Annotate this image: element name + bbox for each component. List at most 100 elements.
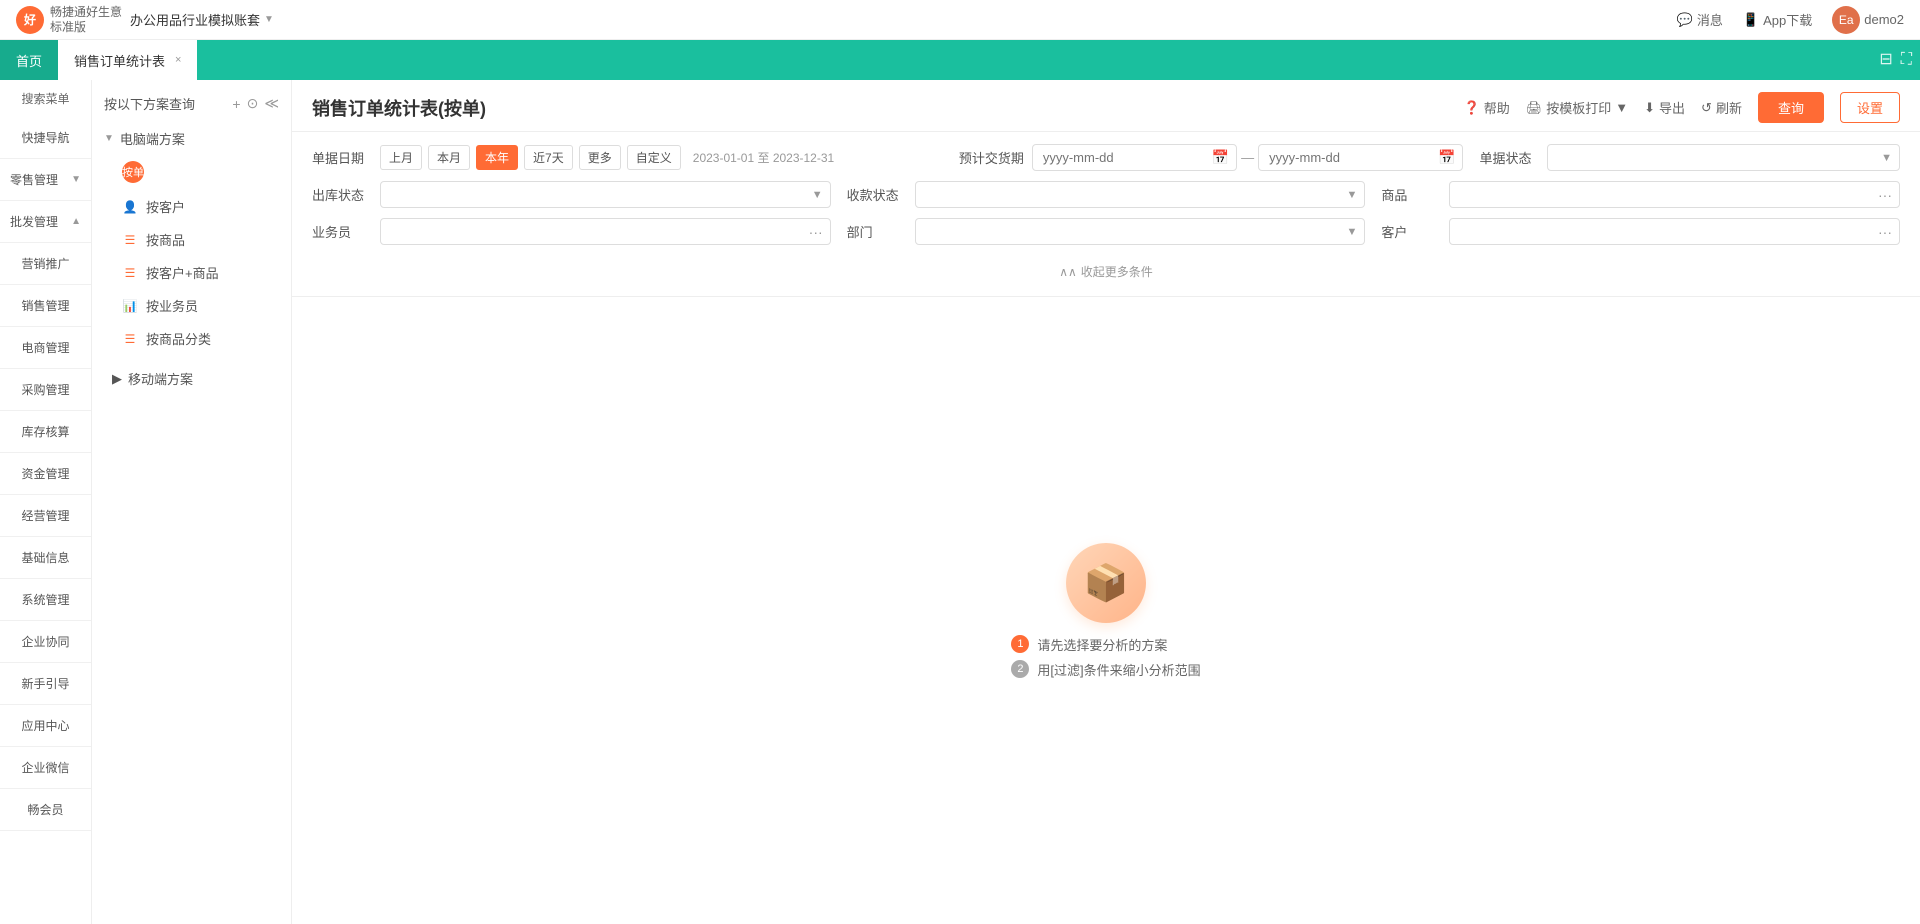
hint-num-1: 1 (1011, 635, 1029, 653)
sidebar-item-purchase[interactable]: 采购管理 (0, 369, 91, 411)
finance-label: 资金管理 (21, 465, 69, 482)
sidebar-item-enterprise[interactable]: 企业协同 (0, 621, 91, 663)
collapse-row: ∧∧ 收起更多条件 (312, 255, 1900, 284)
sidebar-item-member[interactable]: 畅会员 (0, 789, 91, 831)
payment-select[interactable] (915, 181, 1366, 208)
app-download-btn[interactable]: 📱 App下载 (1743, 10, 1812, 29)
scheme-by-category[interactable]: ☰ 按商品分类 (92, 322, 291, 355)
outbound-select[interactable] (380, 181, 831, 208)
by-order-pill: 按单 (122, 161, 144, 183)
scheme-by-salesman[interactable]: 📊 按业务员 (92, 289, 291, 322)
refresh-btn[interactable]: ↺ 刷新 (1701, 98, 1742, 117)
dept-select[interactable] (915, 218, 1366, 245)
tab-minimize-btn[interactable]: ⊟ (1879, 52, 1892, 68)
desktop-group-header[interactable]: ▼ 电脑端方案 (92, 123, 291, 154)
empty-hint-2: 2 用[过滤]条件来缩小分析范围 (1011, 660, 1200, 679)
sidebar-item-operations[interactable]: 经营管理 (0, 495, 91, 537)
message-btn[interactable]: 💬 消息 (1677, 10, 1723, 29)
home-tab-label: 首页 (16, 51, 42, 70)
sidebar-item-retail[interactable]: 零售管理 ▼ (0, 159, 91, 201)
scheme-by-cust-prod[interactable]: ☰ 按客户+商品 (92, 256, 291, 289)
edit-scheme-btn[interactable]: ⊙ (247, 95, 259, 112)
left-panel: 按以下方案查询 + ⊙ ≪ ▼ 电脑端方案 按单 👤 按客户 (92, 80, 292, 924)
by-category-label: 按商品分类 (146, 329, 211, 348)
customer-dots-btn[interactable]: ··· (1878, 224, 1892, 240)
payment-label: 收款状态 (847, 185, 907, 204)
by-customer-icon: 👤 (122, 199, 138, 215)
main-layout: 搜索菜单 快捷导航 零售管理 ▼ 批发管理 ▲ 营销推广 销售管理 电商管理 采… (0, 80, 1920, 924)
sidebar-item-wholesale[interactable]: 批发管理 ▲ (0, 201, 91, 243)
scheme-by-order[interactable]: 按单 (92, 154, 291, 190)
sidebar-item-marketing[interactable]: 营销推广 (0, 243, 91, 285)
wholesale-expand-icon: ▲ (71, 216, 81, 227)
username-label: demo2 (1864, 12, 1904, 27)
tab-active[interactable]: 销售订单统计表 × (58, 40, 197, 80)
company-name: 办公用品行业模拟账套 (130, 10, 260, 29)
add-scheme-btn[interactable]: + (232, 96, 240, 112)
sidebar-item-ecom[interactable]: 电商管理 (0, 327, 91, 369)
company-dropdown-arrow: ▼ (264, 14, 274, 25)
filter-row-3: 业务员 ··· 部门 ▼ (312, 218, 1900, 245)
date-last-month-btn[interactable]: 上月 (380, 145, 422, 170)
mobile-group-arrow: ▶ (112, 371, 122, 387)
sidebar-item-newbie[interactable]: 新手引导 (0, 663, 91, 705)
tab-controls: ⊟ ⛶ (1871, 40, 1920, 80)
by-category-icon: ☰ (122, 331, 138, 347)
settings-btn[interactable]: 设置 (1840, 92, 1900, 123)
filter-area: 单据日期 上月 本月 本年 近7天 更多 自定义 2023-01-01 至 20… (292, 132, 1920, 297)
empty-state: 📦 1 请先选择要分析的方案 2 用[过滤]条件来缩小分析范围 (292, 297, 1920, 924)
salesman-input-wrapper: ··· (380, 218, 831, 245)
date-label: 单据日期 (312, 148, 372, 167)
user-menu[interactable]: Ea demo2 (1832, 6, 1904, 34)
query-btn[interactable]: 查询 (1758, 92, 1824, 123)
date-this-month-btn[interactable]: 本月 (428, 145, 470, 170)
filter-row-1: 单据日期 上月 本月 本年 近7天 更多 自定义 2023-01-01 至 20… (312, 144, 1900, 171)
mobile-group-label: 移动端方案 (128, 369, 193, 388)
sidebar-item-finance[interactable]: 资金管理 (0, 453, 91, 495)
sidebar-item-system[interactable]: 系统管理 (0, 579, 91, 621)
company-selector[interactable]: 办公用品行业模拟账套 ▼ (130, 10, 274, 29)
date-more-btn[interactable]: 更多 (579, 145, 621, 170)
status-select-wrapper: ▼ (1547, 144, 1900, 171)
customer-input[interactable] (1449, 218, 1900, 245)
product-dots-btn[interactable]: ··· (1878, 187, 1892, 203)
sidebar: 搜索菜单 快捷导航 零售管理 ▼ 批发管理 ▲ 营销推广 销售管理 电商管理 采… (0, 80, 92, 924)
date-custom-btn[interactable]: 自定义 (627, 145, 681, 170)
right-content: 销售订单统计表(按单) ❓ 帮助 🖨 按模板打印 ▼ ⬇ 导出 (292, 80, 1920, 924)
dept-select-wrapper: ▼ (915, 218, 1366, 245)
collapse-btn[interactable]: ∧∧ 收起更多条件 (1059, 263, 1153, 280)
sidebar-item-sales[interactable]: 销售管理 (0, 285, 91, 327)
sidebar-item-quick-nav[interactable]: 快捷导航 (0, 117, 91, 159)
tab-close-btn[interactable]: × (175, 54, 181, 66)
help-btn[interactable]: ❓ 帮助 (1464, 98, 1510, 117)
sidebar-item-basic[interactable]: 基础信息 (0, 537, 91, 579)
scheme-by-customer[interactable]: 👤 按客户 (92, 190, 291, 223)
status-field: 单据状态 ▼ (1479, 144, 1900, 171)
expected-date-end-input[interactable] (1258, 144, 1463, 171)
tab-home[interactable]: 首页 (0, 40, 58, 80)
tab-expand-btn[interactable]: ⛶ (1901, 52, 1912, 68)
status-select[interactable] (1547, 144, 1900, 171)
logo-icon: 好 (16, 6, 44, 34)
active-tab-label: 销售订单统计表 (74, 51, 165, 70)
sidebar-item-wechat[interactable]: 企业微信 (0, 747, 91, 789)
product-input[interactable] (1449, 181, 1900, 208)
scheme-by-product[interactable]: ☰ 按商品 (92, 223, 291, 256)
print-btn[interactable]: 🖨 按模板打印 ▼ (1526, 98, 1628, 117)
salesman-dots-btn[interactable]: ··· (809, 224, 823, 240)
search-menu-btn[interactable]: 搜索菜单 (0, 80, 91, 117)
expected-date-start-input[interactable] (1032, 144, 1237, 171)
dept-field: 部门 ▼ (847, 218, 1366, 245)
hint-text-2: 用[过滤]条件来缩小分析范围 (1037, 660, 1200, 679)
sidebar-item-appstore[interactable]: 应用中心 (0, 705, 91, 747)
search-menu-label: 搜索菜单 (21, 92, 69, 106)
export-btn[interactable]: ⬇ 导出 (1644, 98, 1685, 117)
date-7days-btn[interactable]: 近7天 (524, 145, 573, 170)
salesman-input[interactable] (380, 218, 831, 245)
date-this-year-btn[interactable]: 本年 (476, 145, 518, 170)
mobile-group-header[interactable]: ▶ 移动端方案 (92, 363, 291, 394)
empty-hint-1: 1 请先选择要分析的方案 (1011, 635, 1200, 654)
collapse-panel-btn[interactable]: ≪ (264, 95, 279, 112)
by-salesman-icon: 📊 (122, 298, 138, 314)
sidebar-item-inventory[interactable]: 库存核算 (0, 411, 91, 453)
